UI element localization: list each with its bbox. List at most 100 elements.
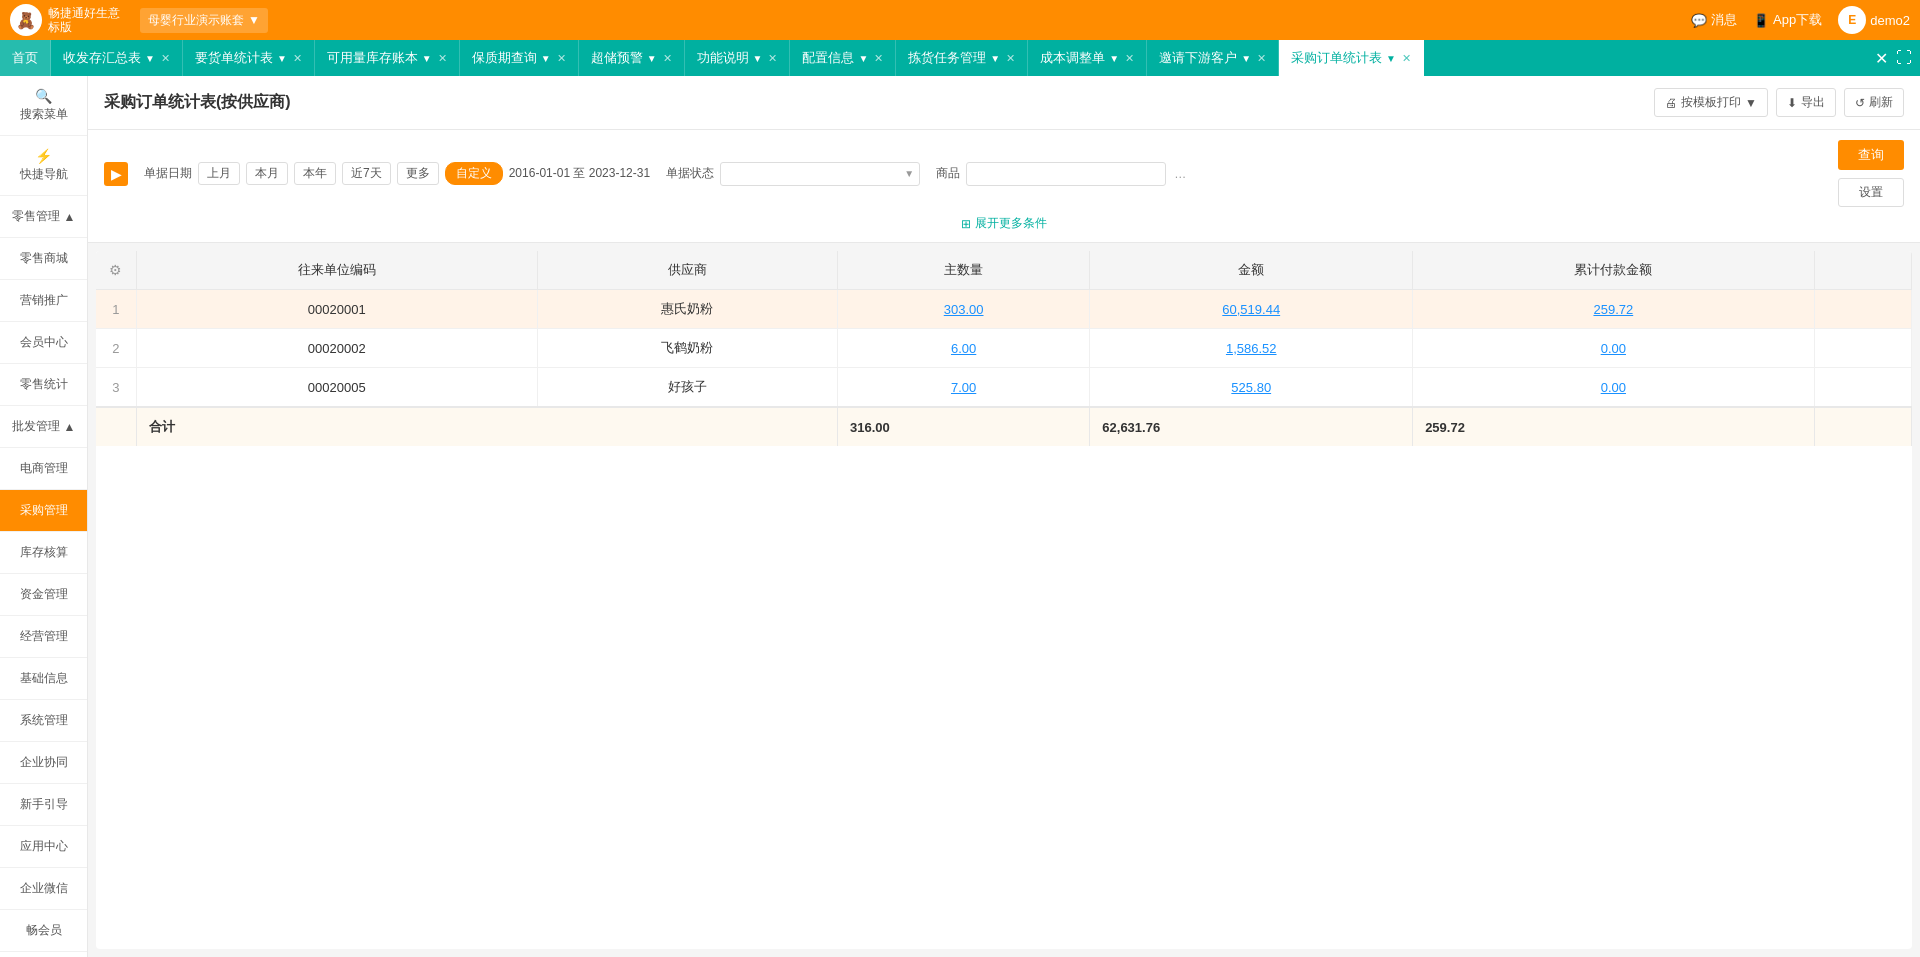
row-quantity[interactable]: 303.00 — [837, 290, 1089, 329]
refresh-icon: ↺ — [1855, 96, 1865, 110]
sidebar-item-operation[interactable]: 经营管理 — [0, 616, 87, 658]
row-quantity[interactable]: 6.00 — [837, 329, 1089, 368]
tab-kucun[interactable]: 可用量库存账本 ▼ ✕ — [315, 40, 460, 76]
close-icon[interactable]: ✕ — [1125, 52, 1134, 65]
sidebar-item-wholesale[interactable]: 批发管理 ▲ — [0, 406, 87, 448]
close-icon[interactable]: ✕ — [293, 52, 302, 65]
chevron-down-icon: ▼ — [858, 53, 868, 64]
sidebar-item-retail-mgmt[interactable]: 零售管理 ▲ — [0, 196, 87, 238]
goods-input[interactable] — [966, 162, 1166, 186]
date-more-btn[interactable]: 更多 — [397, 162, 439, 185]
table-row: 3 00020005 好孩子 7.00 525.80 0.00 — [96, 368, 1912, 408]
sidebar-item-system[interactable]: 系统管理 — [0, 700, 87, 742]
sidebar-item-search[interactable]: 🔍 搜索菜单 — [0, 76, 87, 136]
status-select[interactable] — [720, 162, 920, 186]
close-icon[interactable]: ✕ — [161, 52, 170, 65]
print-button[interactable]: 🖨 按模板打印 ▼ — [1654, 88, 1768, 117]
row-index: 1 — [96, 290, 136, 329]
status-select-wrapper: ▼ — [720, 162, 920, 186]
tab-baozhi[interactable]: 保质期查询 ▼ ✕ — [460, 40, 579, 76]
logo-text: 畅捷通好生意 标版 — [48, 6, 120, 35]
maximize-icon[interactable]: ⛶ — [1896, 49, 1912, 67]
tab-gongneng[interactable]: 功能说明 ▼ ✕ — [685, 40, 791, 76]
workspace-selector[interactable]: 母婴行业演示账套 ▼ — [140, 8, 268, 33]
sidebar-item-retail-stats[interactable]: 零售统计 — [0, 364, 87, 406]
chevron-down-icon: ▼ — [1241, 53, 1251, 64]
row-supplier: 飞鹤奶粉 — [537, 329, 837, 368]
top-right: 💬 消息 📱 App下载 E demo2 — [1691, 6, 1910, 34]
more-icon[interactable]: … — [1174, 167, 1186, 181]
table-area: ⚙ 往来单位编码 供应商 主数量 金额 累计付款金额 1 00020001 — [96, 251, 1912, 949]
sidebar-item-marketing[interactable]: 营销推广 — [0, 280, 87, 322]
row-extra — [1814, 368, 1911, 408]
date-this-year-btn[interactable]: 本年 — [294, 162, 336, 185]
row-amount[interactable]: 525.80 — [1090, 368, 1413, 408]
col-code-header: 往来单位编码 — [136, 251, 537, 290]
sidebar-item-quicknav[interactable]: ⚡ 快捷导航 — [0, 136, 87, 196]
user-profile[interactable]: E demo2 — [1838, 6, 1910, 34]
close-icon[interactable]: ✕ — [1402, 52, 1411, 65]
filter-row: ▶ 单据日期 上月 本月 本年 近7天 更多 自定义 2016-01-01 至 … — [104, 140, 1904, 207]
row-amount[interactable]: 60,519.44 — [1090, 290, 1413, 329]
sidebar-item-member2[interactable]: 畅会员 — [0, 910, 87, 952]
close-icon[interactable]: ✕ — [557, 52, 566, 65]
row-amount[interactable]: 1,586.52 — [1090, 329, 1413, 368]
sidebar-item-ecommerce[interactable]: 电商管理 — [0, 448, 87, 490]
tab-peizhi[interactable]: 配置信息 ▼ ✕ — [790, 40, 896, 76]
gear-icon[interactable]: ⚙ — [109, 262, 122, 278]
row-paid[interactable]: 0.00 — [1413, 329, 1814, 368]
tab-shoufacun[interactable]: 收发存汇总表 ▼ ✕ — [51, 40, 183, 76]
nav-icon: ⚡ — [6, 148, 81, 164]
close-icon[interactable]: ✕ — [663, 52, 672, 65]
tab-yaohuo[interactable]: 要货单统计表 ▼ ✕ — [183, 40, 315, 76]
table-body: 1 00020001 惠氏奶粉 303.00 60,519.44 259.72 … — [96, 290, 1912, 408]
tab-caigou-active[interactable]: 采购订单统计表 ▼ ✕ — [1279, 40, 1424, 76]
tab-chaochuyujing[interactable]: 超储预警 ▼ ✕ — [579, 40, 685, 76]
date-custom-btn[interactable]: 自定义 — [445, 162, 503, 185]
date-7days-btn[interactable]: 近7天 — [342, 162, 391, 185]
row-index: 2 — [96, 329, 136, 368]
sidebar-item-member[interactable]: 会员中心 — [0, 322, 87, 364]
sidebar-item-basic-info[interactable]: 基础信息 — [0, 658, 87, 700]
export-button[interactable]: ⬇ 导出 — [1776, 88, 1836, 117]
sidebar-item-cooperation[interactable]: 企业协同 — [0, 742, 87, 784]
settings-button[interactable]: 设置 — [1838, 178, 1904, 207]
chevron-down-icon: ▼ — [145, 53, 155, 64]
row-quantity[interactable]: 7.00 — [837, 368, 1089, 408]
sidebar-item-inventory[interactable]: 库存核算 — [0, 532, 87, 574]
date-this-month-btn[interactable]: 本月 — [246, 162, 288, 185]
tab-jianhuo[interactable]: 拣货任务管理 ▼ ✕ — [896, 40, 1028, 76]
date-quick-buttons: 上月 本月 本年 近7天 更多 自定义 — [198, 162, 503, 185]
sidebar-item-purchase[interactable]: 采购管理 — [0, 490, 87, 532]
close-window-icon[interactable]: ✕ — [1875, 49, 1888, 68]
sidebar-item-newuser[interactable]: 新手引导 — [0, 784, 87, 826]
row-paid[interactable]: 0.00 — [1413, 368, 1814, 408]
refresh-button[interactable]: ↺ 刷新 — [1844, 88, 1904, 117]
filter-toggle-button[interactable]: ▶ — [104, 162, 128, 186]
expand-filter-button[interactable]: ⊞ 展开更多条件 — [961, 215, 1047, 232]
main-content: 采购订单统计表(按供应商) 🖨 按模板打印 ▼ ⬇ 导出 ↺ 刷新 — [88, 76, 1920, 957]
row-paid[interactable]: 259.72 — [1413, 290, 1814, 329]
chevron-down-icon: ▼ — [990, 53, 1000, 64]
date-last-month-btn[interactable]: 上月 — [198, 162, 240, 185]
query-button[interactable]: 查询 — [1838, 140, 1904, 170]
close-icon[interactable]: ✕ — [438, 52, 447, 65]
close-icon[interactable]: ✕ — [1257, 52, 1266, 65]
tab-chengben[interactable]: 成本调整单 ▼ ✕ — [1028, 40, 1147, 76]
avatar: E — [1838, 6, 1866, 34]
close-icon[interactable]: ✕ — [1006, 52, 1015, 65]
app-download-btn[interactable]: 📱 App下载 — [1753, 11, 1822, 29]
sidebar-item-enterprise-wechat[interactable]: 企业微信 — [0, 868, 87, 910]
close-icon[interactable]: ✕ — [874, 52, 883, 65]
footer-extra — [1814, 407, 1911, 446]
sidebar-item-finance[interactable]: 资金管理 — [0, 574, 87, 616]
sidebar-item-appcenter[interactable]: 应用中心 — [0, 826, 87, 868]
tab-home[interactable]: 首页 — [0, 40, 51, 76]
filter-expand-row: ⊞ 展开更多条件 — [104, 215, 1904, 232]
footer-label: 合计 — [136, 407, 837, 446]
message-btn[interactable]: 💬 消息 — [1691, 11, 1737, 29]
page-title: 采购订单统计表(按供应商) — [104, 92, 291, 125]
tab-yaoqing[interactable]: 邀请下游客户 ▼ ✕ — [1147, 40, 1279, 76]
sidebar-item-retail-shop[interactable]: 零售商城 — [0, 238, 87, 280]
close-icon[interactable]: ✕ — [768, 52, 777, 65]
